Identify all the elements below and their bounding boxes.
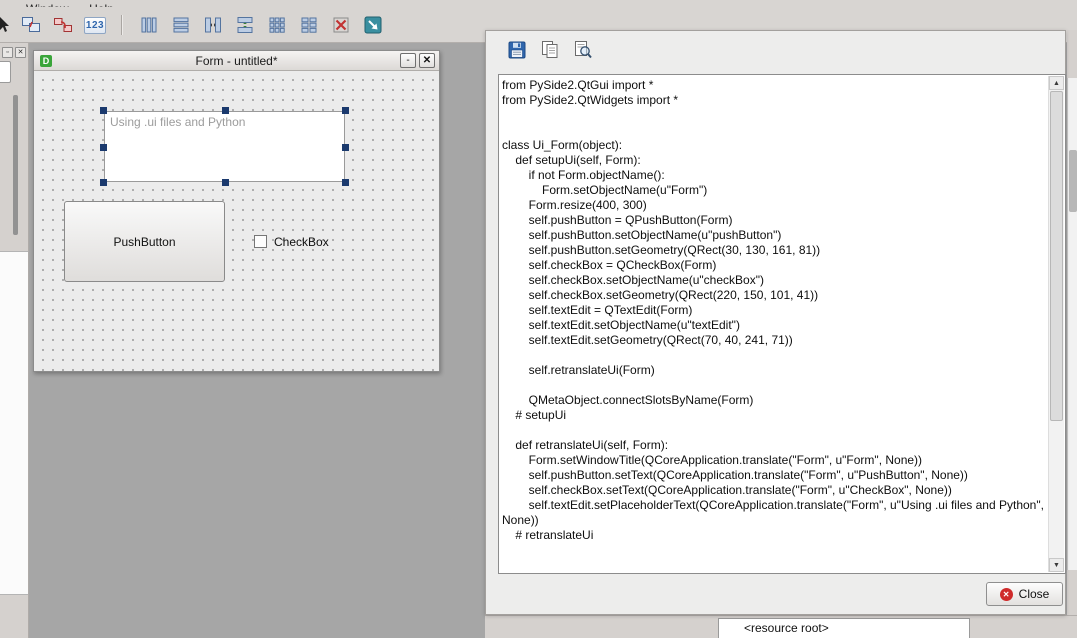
checkbox-label: CheckBox [274,235,329,249]
edit-signals-slots-icon[interactable] [20,14,42,36]
selection-handle-middle-left[interactable] [100,144,107,151]
edit-tab-order-icon[interactable]: 123 [84,14,106,36]
right-scrollbar-thumb[interactable] [1069,150,1077,212]
magnifier-glyph [572,39,594,61]
layout-grid-icon[interactable] [266,14,288,36]
edit-widgets-icon[interactable] [0,14,10,36]
selection-handle-top-right[interactable] [342,107,349,114]
signals-glyph [20,14,42,36]
selection-handle-middle-right[interactable] [342,144,349,151]
pushbutton-widget[interactable]: PushButton [64,201,225,282]
selection-handle-bottom-left[interactable] [100,179,107,186]
hsplitter-glyph [202,14,224,36]
menu-window[interactable]: Window [26,2,69,7]
copy-icon[interactable] [539,39,561,61]
close-dialog-button[interactable]: ✕ Close [986,582,1063,606]
close-button-label: Close [1019,587,1050,601]
close-window-button[interactable]: ✕ [419,53,435,68]
widget-box-scrollbar[interactable] [13,95,18,235]
break-layout-icon[interactable] [330,14,352,36]
adjust-size-icon[interactable] [362,14,384,36]
form-layout-glyph [298,14,320,36]
textedit-placeholder: Using .ui files and Python [105,112,344,132]
layout-horizontally-icon[interactable] [138,14,160,36]
floppy-glyph [506,39,528,61]
selection-handle-bottom-middle[interactable] [222,179,229,186]
dock-float-button[interactable]: ▫ [2,47,13,58]
checkbox-widget[interactable]: CheckBox [254,221,355,262]
right-scrollbar-track[interactable] [1067,78,1077,570]
code-view: from PySide2.QtGui import * from PySide2… [498,74,1066,574]
menubar: Window Help [26,0,130,7]
close-red-icon: ✕ [1000,588,1013,601]
save-icon[interactable] [506,39,528,61]
cursor-glyph [0,14,10,36]
grid-glyph [266,14,288,36]
resource-browser-panel: <resource root> [718,618,970,638]
scroll-down-icon[interactable]: ▼ [1049,558,1064,572]
generated-python-code[interactable]: from PySide2.QtGui import * from PySide2… [502,78,1044,570]
minimize-button[interactable]: - [400,53,416,68]
adjust-size-glyph [362,14,384,36]
form-editor-window: D Form - untitled* - ✕ Using .ui files a… [33,50,440,372]
code-scrollbar-thumb[interactable] [1050,91,1063,421]
layout-vertical-splitter-icon[interactable] [234,14,256,36]
form-window-title: Form - untitled* [34,54,439,68]
break-layout-glyph [330,14,352,36]
find-icon[interactable] [572,39,594,61]
checkbox-box[interactable] [254,235,267,248]
widget-filter-input[interactable] [0,61,11,83]
bottom-dock-area: <resource root> [485,615,1077,638]
layout-vertically-icon[interactable] [170,14,192,36]
code-scrollbar[interactable]: ▲ ▼ [1048,76,1064,572]
form-window-titlebar[interactable]: D Form - untitled* - ✕ [34,51,439,71]
right-dock-sliver [1067,30,1077,615]
toolbar: 123 [0,14,384,36]
buddies-glyph [52,14,74,36]
toolbar-separator [121,15,123,35]
vsplitter-glyph [234,14,256,36]
selection-handle-top-middle[interactable] [222,107,229,114]
layout-form-icon[interactable] [298,14,320,36]
scroll-up-icon[interactable]: ▲ [1049,76,1064,90]
selection-handle-bottom-right[interactable] [342,179,349,186]
resource-root-item[interactable]: <resource root> [719,619,969,638]
textedit-widget[interactable]: Using .ui files and Python [104,111,345,182]
widget-box-list[interactable] [0,251,28,595]
form-canvas[interactable]: Using .ui files and Python PushButton Ch… [34,71,439,371]
selection-handle-top-left[interactable] [100,107,107,114]
vlayout-glyph [170,14,192,36]
widget-box-dock: ▫ ✕ [0,43,29,638]
dock-close-button[interactable]: ✕ [15,47,26,58]
tab-order-glyph: 123 [84,17,106,34]
menu-help[interactable]: Help [89,2,114,7]
edit-buddies-icon[interactable] [52,14,74,36]
textedit-widget-selected[interactable]: Using .ui files and Python [104,111,345,182]
hlayout-glyph [138,14,160,36]
layout-horizontal-splitter-icon[interactable] [202,14,224,36]
copy-glyph [539,39,561,61]
code-preview-dialog: from PySide2.QtGui import * from PySide2… [485,30,1066,615]
